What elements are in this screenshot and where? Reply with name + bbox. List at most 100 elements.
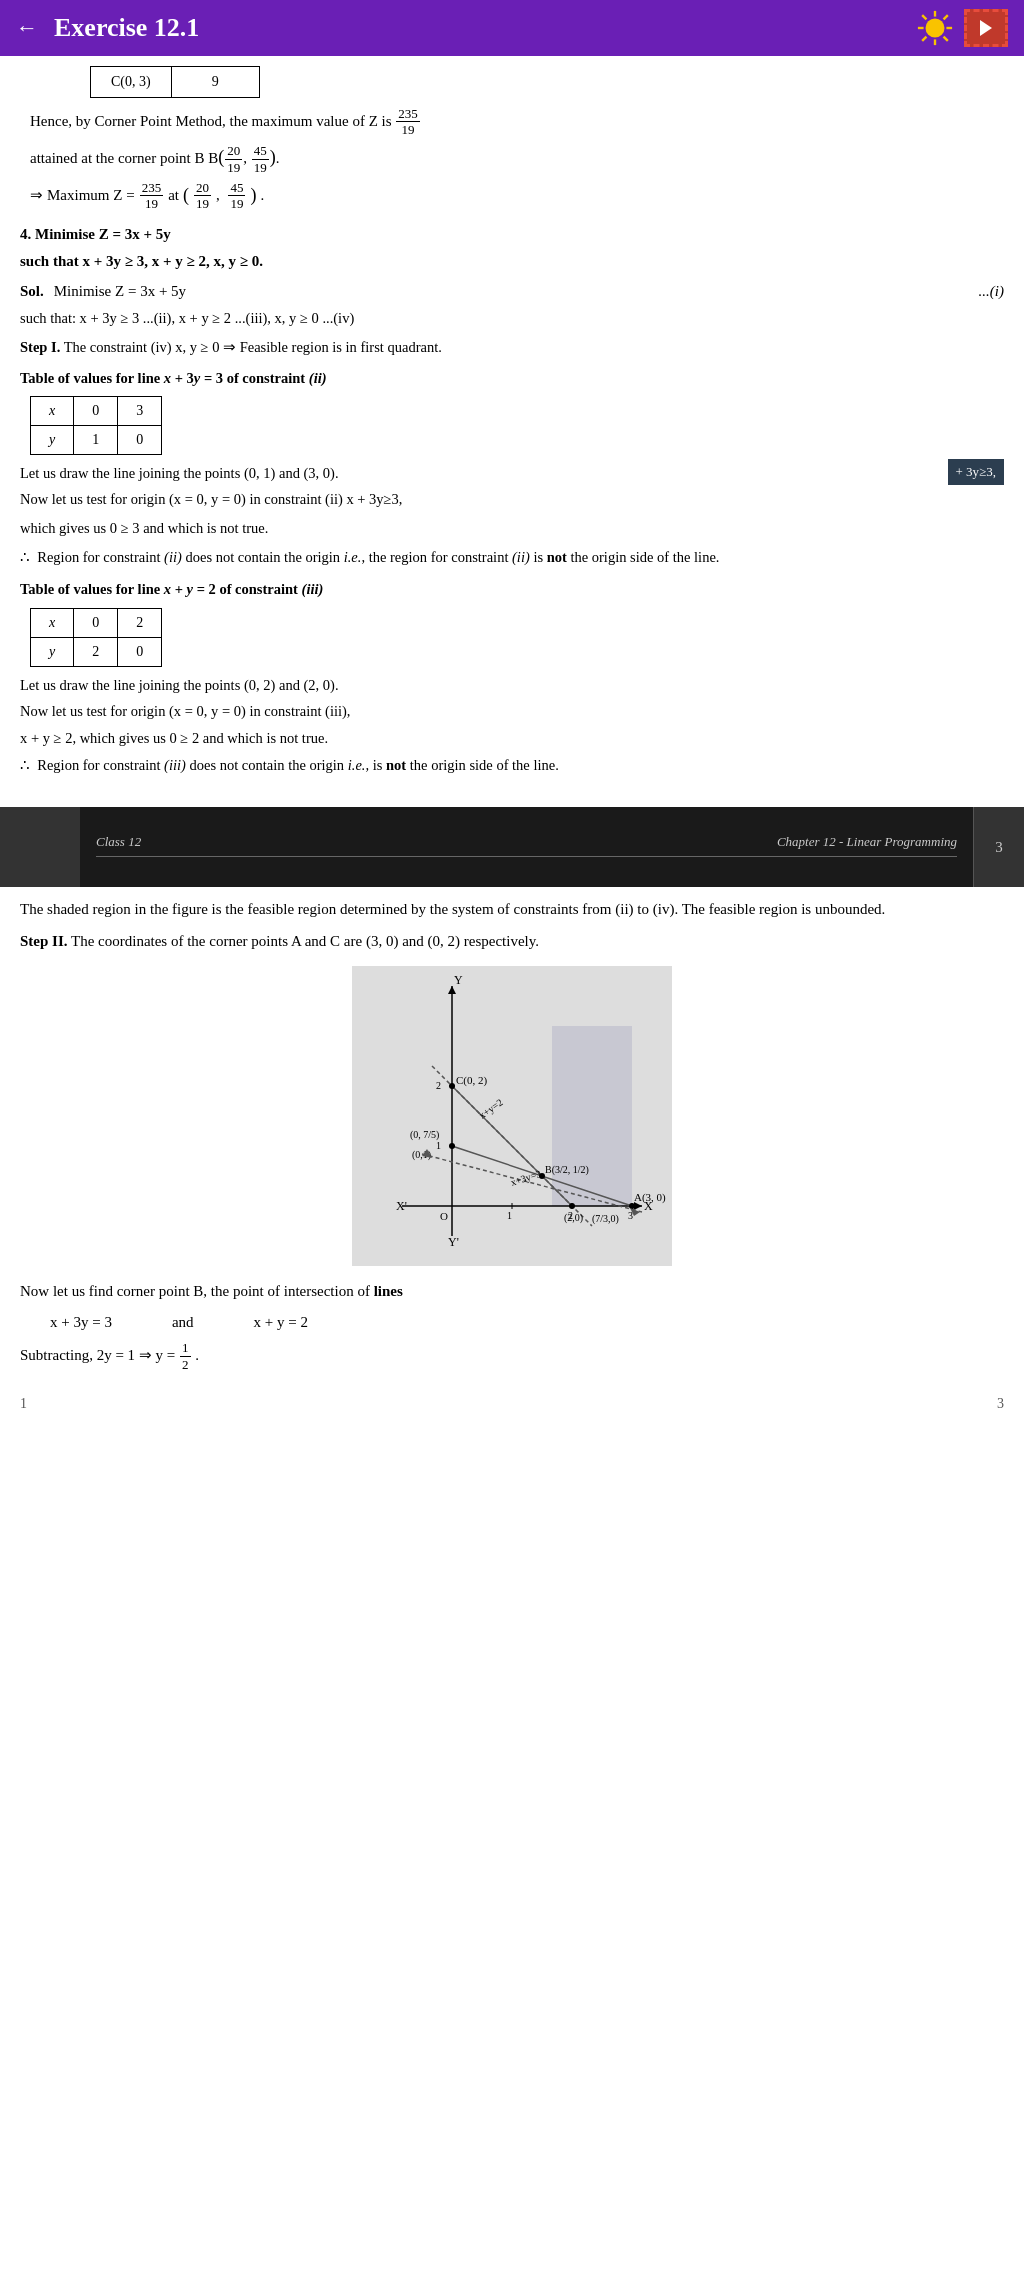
bottom-page-nav: 1 3	[20, 1392, 1004, 1416]
svg-text:Y': Y'	[448, 1235, 459, 1249]
table2: x 0 2 y 2 0	[30, 608, 162, 667]
bottom-page-prev[interactable]: 1	[20, 1392, 27, 1416]
play-button[interactable]	[964, 9, 1008, 47]
svg-text:A(3, 0): A(3, 0)	[634, 1191, 666, 1204]
footer-right-block: 3	[974, 807, 1024, 887]
svg-line-5	[922, 15, 926, 19]
hence-line: Hence, by Corner Point Method, the maxim…	[30, 106, 1004, 138]
t2-r0: y	[31, 637, 74, 666]
max-frac-num: 235	[396, 106, 420, 123]
svg-text:C(0, 2): C(0, 2)	[456, 1074, 488, 1087]
origin-test2b: x + y ≥ 2, which gives us 0 ≥ 2 and whic…	[20, 726, 1004, 751]
t1-r2: 0	[118, 426, 162, 455]
svg-line-6	[944, 37, 948, 41]
page-footer: Class 12 Chapter 12 - Linear Programming…	[0, 807, 1024, 887]
svg-text:O: O	[440, 1210, 448, 1222]
table1-title: Table of values for line x + 3y = 3 of c…	[20, 366, 1004, 391]
bottom-lines: Now let us find corner point B, the poin…	[20, 1278, 1004, 1372]
footer-class: Class 12	[96, 834, 141, 850]
eq1: x + 3y = 3	[50, 1309, 112, 1336]
sub-frac: 1 2	[180, 1340, 191, 1372]
header: ← Exercise 12.1	[0, 0, 1024, 56]
maxz-frac: 235 19	[140, 180, 164, 212]
line2-text: Let us draw the line joining the points …	[20, 673, 1004, 698]
header-icons	[916, 9, 1008, 47]
maxz-at: at	[168, 183, 179, 209]
hence-text: Hence, by Corner Point Method, the maxim…	[30, 112, 392, 128]
such-that-line: such that: x + 3y ≥ 3 ...(ii), x + y ≥ 2…	[20, 306, 1004, 331]
svg-line-7	[944, 15, 948, 19]
graph-svg: X X' Y Y' A(3, 0) C(0, 2) B(3/	[352, 966, 672, 1266]
svg-text:B(3/2, 1/2): B(3/2, 1/2)	[545, 1164, 589, 1176]
svg-marker-13	[448, 986, 456, 994]
svg-text:(7/3,0): (7/3,0)	[592, 1213, 619, 1225]
maxz-point-frac2: 4519	[228, 180, 245, 212]
attained-frac2: 4519	[252, 143, 269, 175]
table1: x 0 3 y 1 0	[30, 396, 162, 455]
table2-container: x 0 2 y 2 0	[30, 608, 1004, 667]
max-frac-den: 19	[400, 122, 417, 138]
q4-constraint: such that x + 3y ≥ 3, x + y ≥ 2, x, y ≥ …	[20, 249, 1004, 275]
eq2: x + y = 2	[254, 1309, 308, 1336]
t2-h2: 2	[118, 609, 162, 638]
subtracting-line: Subtracting, 2y = 1 ⇒ y = 1 2 .	[20, 1340, 1004, 1372]
region2-line: ∴ Region for constraint (iii) does not c…	[20, 753, 1004, 778]
sol-text: Minimise Z = 3x + 5y	[54, 279, 186, 305]
equation-line: x + 3y = 3 and x + y = 2	[50, 1309, 1004, 1336]
top-table-row: C(0, 3) 9	[90, 66, 1004, 98]
svg-marker-12	[634, 1202, 642, 1210]
maxz-point-frac1: 2019	[194, 180, 211, 212]
footer-row: Class 12 Chapter 12 - Linear Programming	[96, 834, 957, 857]
svg-point-0	[926, 19, 945, 38]
footer-left-block	[0, 807, 80, 887]
attained-frac1: 2019	[225, 143, 242, 175]
origin-test2: Now let us test for origin (x = 0, y = 0…	[20, 699, 1004, 724]
step2-bold: Step II.	[20, 933, 68, 949]
sol-label: Sol.	[20, 279, 44, 305]
page1-content: C(0, 3) 9 Hence, by Corner Point Method,…	[0, 66, 1024, 777]
bottom-page-next[interactable]: 3	[997, 1392, 1004, 1416]
top-table: C(0, 3) 9	[90, 66, 260, 98]
q4-title: 4. Minimise Z = 3x + 5y	[20, 222, 1004, 248]
t1-h2: 3	[118, 397, 162, 426]
svg-point-44	[569, 1203, 575, 1209]
play-triangle-icon	[980, 20, 992, 36]
svg-line-8	[922, 37, 926, 41]
step1-bold: Step I.	[20, 339, 60, 355]
sol-number: ...(i)	[979, 279, 1004, 305]
page-title: Exercise 12.1	[54, 13, 916, 43]
and-label: and	[172, 1309, 194, 1336]
graph-area: X X' Y Y' A(3, 0) C(0, 2) B(3/	[352, 966, 672, 1266]
line1-text: Let us draw the line joining the points …	[20, 461, 1004, 486]
table1-container: x 0 3 y 1 0	[30, 396, 1004, 455]
max-fraction: 235 19	[396, 106, 420, 138]
sun-icon	[916, 9, 954, 47]
svg-marker-9	[552, 1026, 632, 1206]
attained-line: attained at the corner point B B(2019, 4…	[30, 142, 1004, 176]
svg-text:Y: Y	[454, 973, 463, 987]
t1-r0: y	[31, 426, 74, 455]
back-button[interactable]: ←	[16, 15, 38, 41]
svg-text:(2,0): (2,0)	[564, 1212, 583, 1224]
t1-h1: 0	[74, 397, 118, 426]
maxz-line: ⇒ Maximum Z = 235 19 at (2019, 4519).	[30, 180, 1004, 212]
svg-text:1: 1	[436, 1140, 441, 1151]
attained-text: attained at the corner point B	[30, 150, 205, 166]
t1-r1: 1	[74, 426, 118, 455]
origin-result1: which gives us 0 ≥ 3 and which is not tr…	[20, 516, 1004, 541]
top-cell-2: 9	[171, 67, 259, 98]
svg-text:X': X'	[396, 1199, 407, 1213]
maxz-arrow: ⇒	[30, 183, 43, 209]
table2-title: Table of values for line x + y = 2 of co…	[20, 577, 1004, 602]
step1-line: Step I. The constraint (iv) x, y ≥ 0 ⇒ F…	[20, 335, 1004, 360]
step2-text: The coordinates of the corner points A a…	[71, 933, 539, 949]
svg-text:1: 1	[507, 1210, 512, 1221]
sol-line: Sol. Minimise Z = 3x + 5y ...(i)	[20, 279, 1004, 305]
svg-text:x+y=2: x+y=2	[477, 1097, 505, 1121]
footer-chapter: Chapter 12 - Linear Programming	[777, 834, 957, 850]
footer-page-num: 3	[995, 839, 1003, 856]
t2-h1: 0	[74, 609, 118, 638]
t2-r2: 0	[118, 637, 162, 666]
top-cell-1: C(0, 3)	[91, 67, 172, 98]
step2-line: Step II. The coordinates of the corner p…	[20, 929, 1004, 955]
